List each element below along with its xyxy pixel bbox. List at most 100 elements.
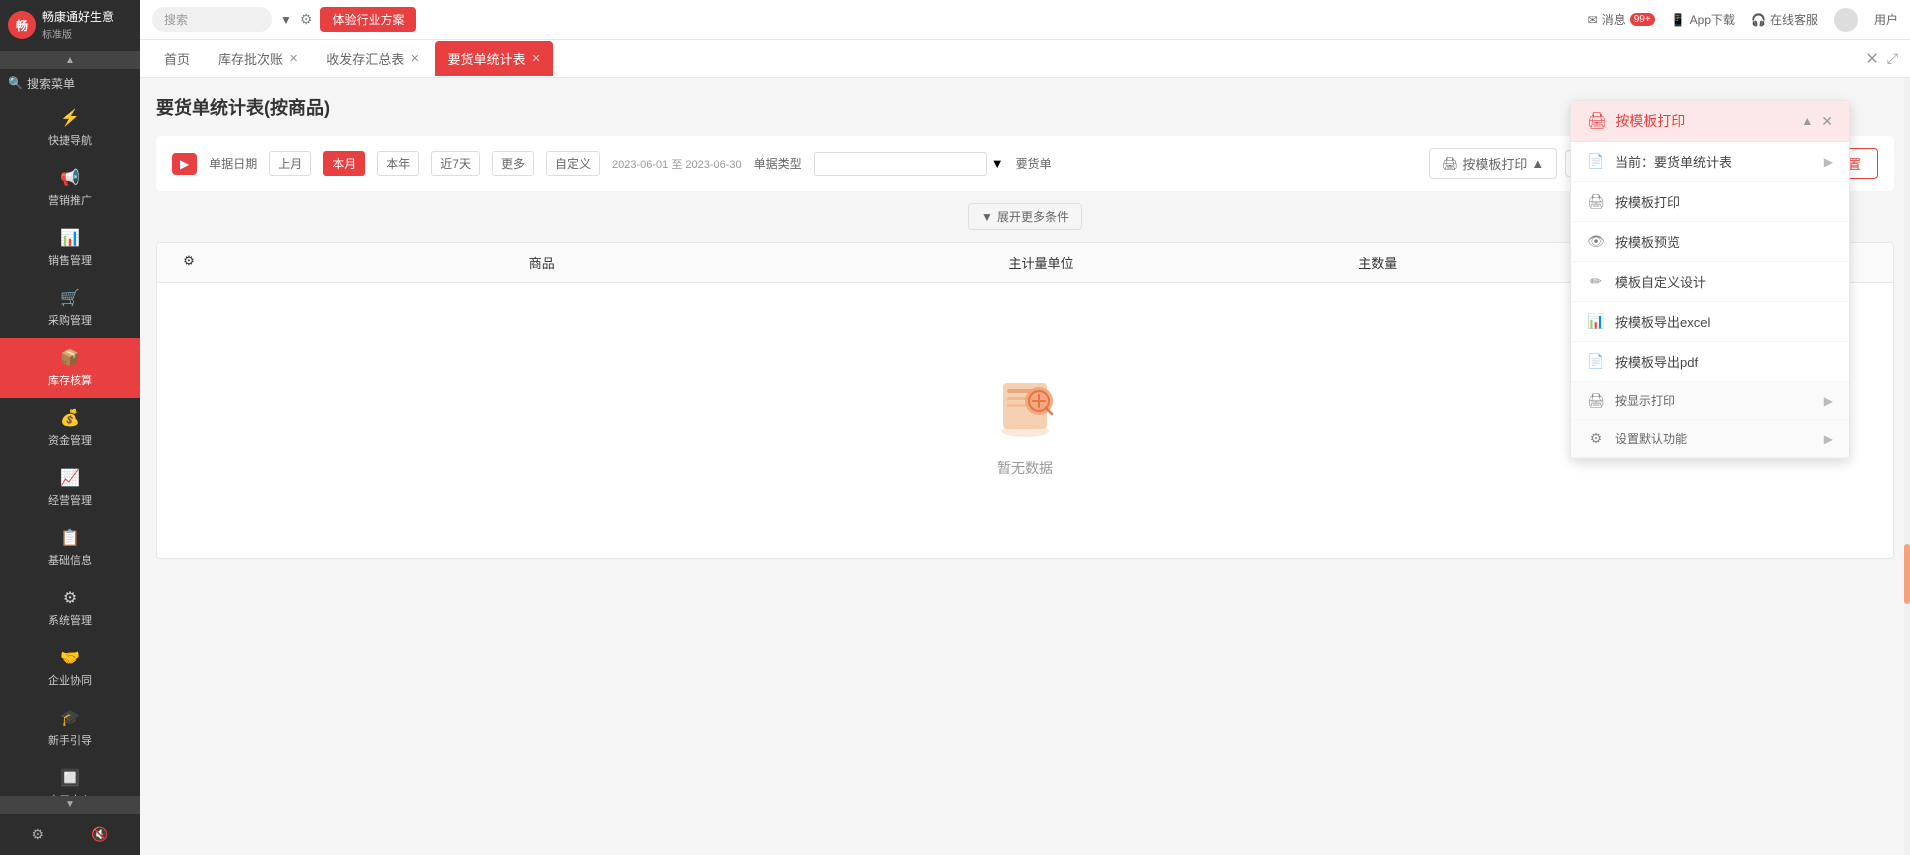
sidebar-item-inventory[interactable]: 📦 库存核算 [0, 338, 140, 398]
dropdown-item-template-pdf[interactable]: 📄 按模板导出pdf [1571, 342, 1849, 382]
sidebar-item-apps[interactable]: 🔲 应用中心 [0, 758, 140, 796]
settings-bottom-btn[interactable]: ⚙ [28, 822, 49, 847]
tab-home[interactable]: 首页 [152, 41, 202, 76]
tab-batch-account[interactable]: 库存批次账 ✕ [206, 41, 310, 76]
dropdown-close-button[interactable]: ✕ [1821, 113, 1833, 130]
sidebar-logo: 畅 畅康通好生意 标准版 [0, 0, 140, 52]
dropdown-preview-icon: 👁 [1587, 233, 1605, 250]
print-icon: 🖨 [1442, 156, 1459, 172]
sidebar-item-sales[interactable]: 📊 销售管理 [0, 218, 140, 278]
empty-text: 暂无数据 [997, 458, 1053, 478]
dropdown-collapse-icon[interactable]: ▲ [1801, 114, 1813, 128]
expand-more-icon: ▼ [981, 210, 993, 224]
col-unit: 主计量单位 [879, 253, 1204, 272]
tabs-close-all-btn[interactable]: ✕ [1865, 49, 1878, 69]
order-type-arrow: ▼ [991, 156, 1004, 171]
dropdown-header: 🖨 按模板打印 ▲ ✕ [1571, 101, 1849, 142]
dropdown-item-default-func[interactable]: ⚙ 设置默认功能 ▶ [1571, 420, 1849, 458]
sidebar-item-collab[interactable]: 🤝 企业协同 [0, 638, 140, 698]
dropdown-default-func-icon: ⚙ [1587, 430, 1605, 447]
date-btn-this-year[interactable]: 本年 [377, 151, 419, 176]
dropdown-item-current[interactable]: 📄 当前：要货单统计表 ▶ [1571, 142, 1849, 182]
dropdown-design-icon: ✏ [1587, 273, 1605, 290]
tab-order-stats[interactable]: 要货单统计表 ✕ [435, 41, 552, 76]
operation-icon: 📈 [60, 468, 80, 488]
order-goods-label: 要货单 [1016, 155, 1052, 172]
topbar-dropdown-arrow[interactable]: ▼ [280, 13, 292, 27]
sidebar-item-quick-nav[interactable]: ⚡ 快捷导航 [0, 98, 140, 158]
topbar-gear-icon[interactable]: ⚙ [300, 11, 313, 28]
sidebar-item-basic[interactable]: 📋 基础信息 [0, 518, 140, 578]
sidebar-item-purchase[interactable]: 🛒 采购管理 [0, 278, 140, 338]
col-product: 商品 [217, 253, 867, 272]
scrollbar-thumb[interactable] [1904, 544, 1910, 604]
order-type-select[interactable]: ▼ [814, 152, 1004, 176]
dropdown-print-icon: 🖨 [1587, 111, 1607, 131]
sidebar-item-finance[interactable]: 💰 资金管理 [0, 398, 140, 458]
trial-button[interactable]: 体验行业方案 [320, 7, 416, 32]
user-name: 用户 [1874, 11, 1898, 28]
sidebar-item-marketing[interactable]: 📢 营销推广 [0, 158, 140, 218]
date-btn-custom[interactable]: 自定义 [546, 151, 600, 176]
dropdown-pdf-icon: 📄 [1587, 353, 1605, 370]
dropdown-title: 按模板打印 [1615, 111, 1685, 131]
collab-icon: 🤝 [60, 648, 80, 668]
sidebar-item-system[interactable]: ⚙ 系统管理 [0, 578, 140, 638]
dropdown-item-template-design[interactable]: ✏ 模板自定义设计 [1571, 262, 1849, 302]
finance-icon: 💰 [60, 408, 80, 428]
headset-icon: 🎧 [1751, 13, 1766, 27]
dropdown-item-template-preview[interactable]: 👁 按模板预览 [1571, 222, 1849, 262]
tabs-bar: 首页 库存批次账 ✕ 收发存汇总表 ✕ 要货单统计表 ✕ ✕ ⤢ [140, 40, 1910, 78]
sidebar-bottom: ⚙ 🔇 [0, 813, 140, 855]
date-btn-last-month[interactable]: 上月 [269, 151, 311, 176]
dropdown-item-template-excel[interactable]: 📊 按模板导出excel [1571, 302, 1849, 342]
date-btn-7days[interactable]: 近7天 [431, 151, 480, 176]
dropdown-display-print-arrow: ▶ [1824, 394, 1833, 408]
tabs-expand-btn[interactable]: ⤢ [1887, 50, 1898, 67]
tab-batch-account-close[interactable]: ✕ [289, 52, 298, 65]
user-avatar[interactable] [1834, 8, 1858, 32]
dropdown-item-display-print[interactable]: 🖨 按显示打印 ▶ [1571, 382, 1849, 420]
sidebar-scroll-up[interactable]: ▲ [0, 52, 140, 69]
guide-icon: 🎓 [60, 708, 80, 728]
date-range-display: 2023-06-01 至 2023-06-30 [612, 156, 742, 172]
expand-more-button[interactable]: ▼ 展开更多条件 [968, 203, 1082, 230]
date-btn-this-month[interactable]: 本月 [323, 151, 365, 176]
messages-badge: 99+ [1630, 13, 1655, 26]
dropdown-template-print-icon: 🖨 [1587, 193, 1605, 210]
print-dropdown-menu: 🖨 按模板打印 ▲ ✕ 📄 当前：要货单统计表 ▶ 🖨 按模板打印 👁 按模板预… [1570, 100, 1850, 459]
order-type-label: 单据类型 [754, 155, 802, 172]
audio-bottom-btn[interactable]: 🔇 [87, 822, 112, 847]
dropdown-current-icon: 📄 [1587, 153, 1605, 170]
sidebar-item-operation[interactable]: 📈 经营管理 [0, 458, 140, 518]
dropdown-default-func-arrow: ▶ [1824, 432, 1833, 446]
tab-order-stats-close[interactable]: ✕ [532, 52, 541, 65]
dropdown-display-print-icon: 🖨 [1587, 392, 1605, 409]
filter-expand-button[interactable]: ▶ [172, 153, 197, 175]
date-btn-more[interactable]: 更多 [492, 151, 534, 176]
col-settings[interactable]: ⚙ [173, 253, 205, 272]
app-version: 标准版 [42, 26, 114, 41]
sidebar-scroll-down[interactable]: ▼ [0, 796, 140, 813]
print-template-button[interactable]: 🖨 按模板打印 ▲ [1429, 148, 1557, 179]
order-type-input[interactable] [814, 152, 987, 176]
right-scrollbar [1904, 78, 1910, 855]
tab-receivables[interactable]: 收发存汇总表 ✕ [314, 41, 431, 76]
sidebar-item-guide[interactable]: 🎓 新手引导 [0, 698, 140, 758]
app-name: 畅康通好生意 [42, 10, 114, 26]
system-icon: ⚙ [63, 588, 77, 608]
sidebar-search[interactable]: 🔍 搜索菜单 [0, 69, 140, 98]
tab-receivables-close[interactable]: ✕ [410, 52, 419, 65]
sidebar: 畅 畅康通好生意 标准版 ▲ 🔍 搜索菜单 ⚡ 快捷导航 📢 营销推广 📊 销售… [0, 0, 140, 855]
message-icon: ✉ [1588, 13, 1598, 27]
dropdown-item-template-print[interactable]: 🖨 按模板打印 [1571, 182, 1849, 222]
dropdown-current-arrow: ▶ [1824, 155, 1833, 169]
logo-icon: 畅 [8, 11, 36, 39]
messages-item[interactable]: ✉ 消息 99+ [1588, 11, 1655, 28]
topbar-right: ✉ 消息 99+ 📱 App下载 🎧 在线客服 用户 [1588, 8, 1898, 32]
online-service-item[interactable]: 🎧 在线客服 [1751, 11, 1818, 28]
topbar-search-box[interactable]: 搜索 [152, 7, 272, 32]
purchase-icon: 🛒 [60, 288, 80, 308]
app-download-item[interactable]: 📱 App下载 [1671, 11, 1735, 28]
marketing-icon: 📢 [60, 168, 80, 188]
